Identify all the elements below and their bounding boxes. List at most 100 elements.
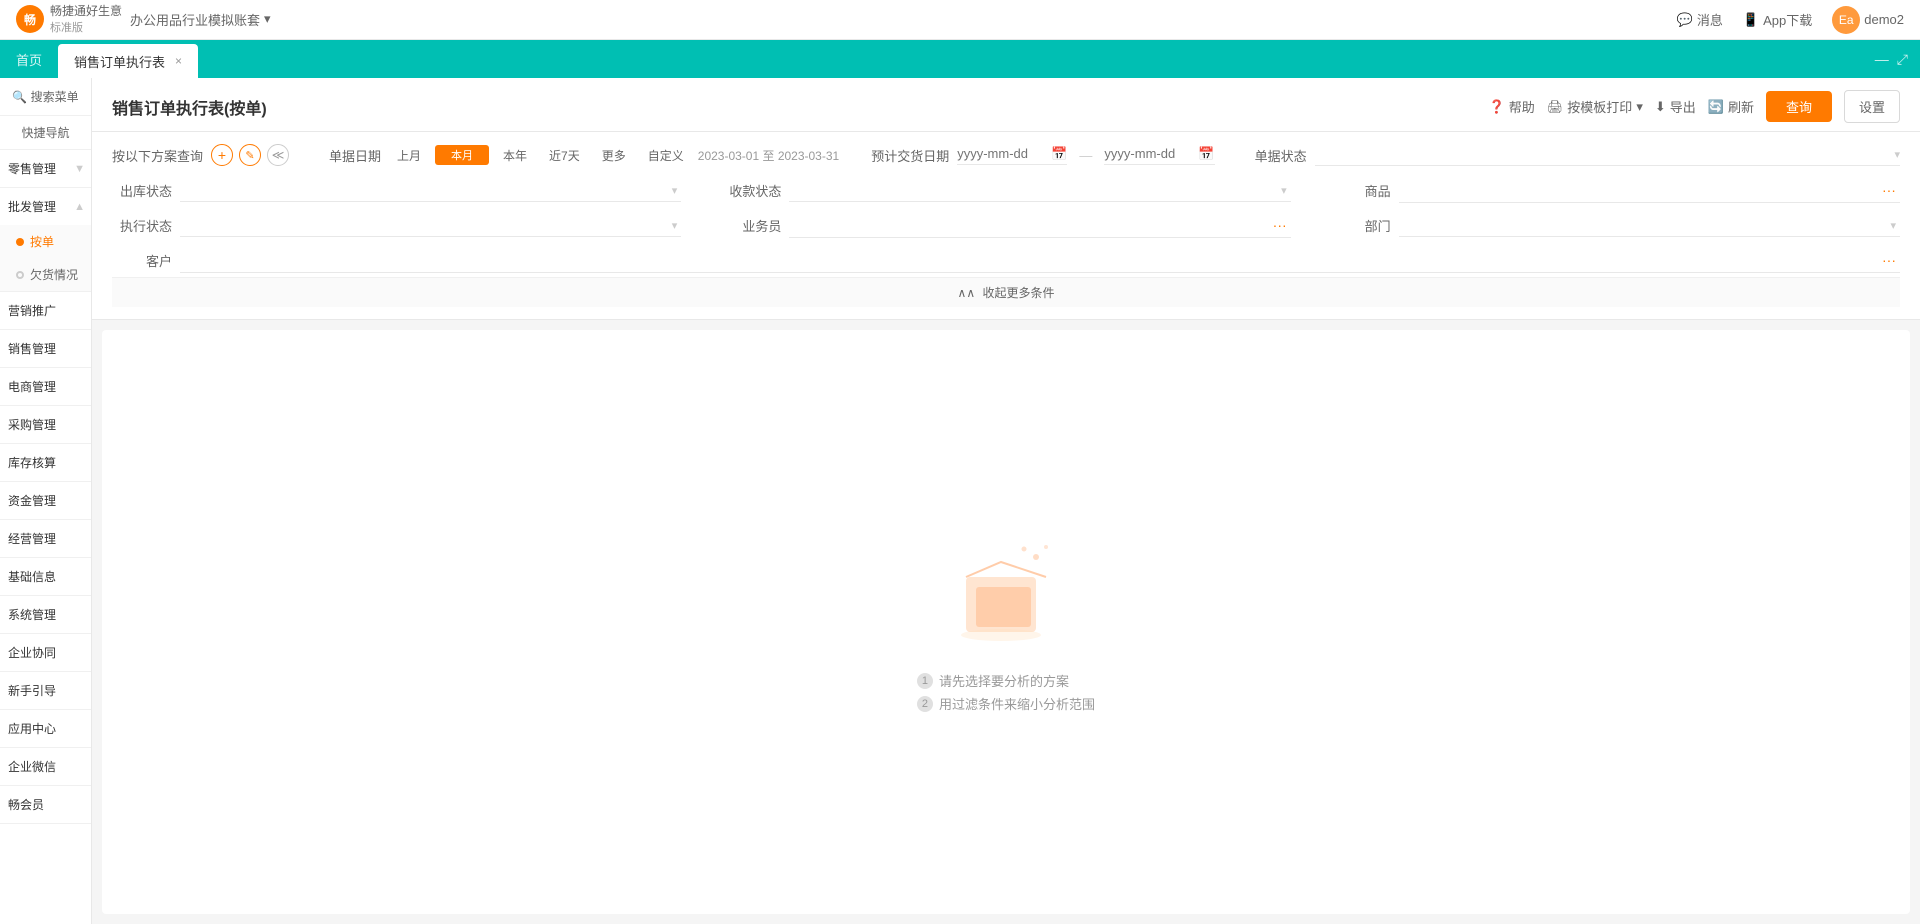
- dept-select[interactable]: ▾: [1399, 215, 1900, 237]
- sidebar-sub-item-order[interactable]: 按单: [0, 225, 91, 258]
- exec-select[interactable]: ▾: [180, 215, 681, 237]
- date-tab-7days[interactable]: 近7天: [541, 145, 588, 166]
- sidebar-item-appstore[interactable]: 应用中心: [0, 710, 91, 747]
- sidebar-section-inventory: 库存核算: [0, 444, 91, 482]
- edit-scheme-btn[interactable]: ✎: [239, 144, 261, 166]
- sidebar-item-vip[interactable]: 畅会员: [0, 786, 91, 823]
- goods-label: 商品: [1331, 181, 1391, 200]
- customer-dots-icon[interactable]: ···: [1882, 252, 1896, 268]
- sidebar-item-wechat-label: 企业微信: [8, 758, 56, 775]
- salesperson-label: 业务员: [721, 216, 781, 235]
- filter-payment-item: 收款状态 ▾: [721, 178, 1290, 203]
- payment-select[interactable]: ▾: [789, 180, 1290, 202]
- sidebar-item-wechat[interactable]: 企业微信: [0, 748, 91, 785]
- topbar-left: 畅 畅捷通好生意 标准版 办公用品行业模拟账套 ▾: [16, 4, 271, 34]
- tab-active-label: 销售订单执行表: [74, 52, 165, 71]
- expected-date-from[interactable]: [957, 146, 1047, 161]
- warehouse-select[interactable]: ▾: [180, 180, 681, 202]
- sidebar-sub-item-debt[interactable]: 欠货情况: [0, 258, 91, 291]
- expected-date-to[interactable]: [1104, 146, 1194, 161]
- dept-chevron-icon: ▾: [1890, 219, 1896, 232]
- sidebar-item-wholesale-label: 批发管理: [8, 198, 56, 215]
- warehouse-chevron-icon: ▾: [672, 184, 678, 197]
- status-select[interactable]: ▾: [1315, 144, 1900, 166]
- user-area[interactable]: Ea demo2: [1832, 6, 1904, 34]
- maximize-icon[interactable]: ⤢: [1897, 51, 1908, 68]
- goods-dots-icon[interactable]: ···: [1882, 182, 1896, 198]
- sidebar-item-retail[interactable]: 零售管理 ▼: [0, 150, 91, 187]
- download-icon: 📱: [1743, 12, 1759, 28]
- date-separator: —: [1075, 148, 1096, 163]
- content-area: 销售订单执行表(按单) ❓ 帮助 🖨 按模板打印 ▾ ⬇ 导出 🔄 刷新: [92, 78, 1920, 924]
- minimize-icon[interactable]: —: [1875, 51, 1889, 67]
- sidebar-item-inventory[interactable]: 库存核算: [0, 444, 91, 481]
- empty-step-2-text: 用过滤条件来缩小分析范围: [939, 694, 1095, 713]
- sidebar-item-purchase[interactable]: 采购管理: [0, 406, 91, 443]
- date-badge[interactable]: 本月: [443, 149, 481, 163]
- chevron-down-icon: ▲: [74, 201, 85, 213]
- calendar-icon-to[interactable]: 📅: [1198, 146, 1214, 162]
- print-label: 按模板打印: [1567, 97, 1632, 116]
- app-selector[interactable]: 办公用品行业模拟账套 ▾: [130, 10, 271, 29]
- sidebar-item-wholesale[interactable]: 批发管理 ▲: [0, 188, 91, 225]
- sidebar-section-newbie: 新手引导: [0, 672, 91, 710]
- sidebar-item-sales-label: 销售管理: [8, 340, 56, 357]
- logo-area[interactable]: 畅 畅捷通好生意 标准版: [16, 4, 122, 34]
- sidebar-sub-item-order-label: 按单: [30, 233, 54, 250]
- logo-sub: 标准版: [50, 19, 122, 35]
- add-scheme-btn[interactable]: +: [211, 144, 233, 166]
- message-btn[interactable]: 💬 消息: [1677, 10, 1723, 29]
- topbar-right: 💬 消息 📱 App下载 Ea demo2: [1677, 6, 1904, 34]
- export-label: 导出: [1670, 97, 1696, 116]
- calendar-icon-from[interactable]: 📅: [1051, 146, 1067, 162]
- setting-button[interactable]: 设置: [1844, 90, 1900, 123]
- status-chevron-icon: ▾: [1894, 148, 1900, 161]
- sidebar-item-operation[interactable]: 经营管理: [0, 520, 91, 557]
- export-btn[interactable]: ⬇ 导出: [1655, 97, 1696, 116]
- sidebar-item-sales[interactable]: 销售管理: [0, 330, 91, 367]
- sidebar-sub-wholesale: 按单 欠货情况: [0, 225, 91, 291]
- sidebar-item-system[interactable]: 系统管理: [0, 596, 91, 633]
- page-actions: ❓ 帮助 🖨 按模板打印 ▾ ⬇ 导出 🔄 刷新 查询 设置: [1489, 90, 1900, 123]
- sidebar-search[interactable]: 🔍 搜索菜单: [0, 78, 91, 116]
- help-btn[interactable]: ❓ 帮助: [1489, 97, 1535, 116]
- salesperson-input[interactable]: ···: [789, 213, 1290, 238]
- tab-home[interactable]: 首页: [0, 40, 58, 78]
- app-download-btn[interactable]: 📱 App下载: [1743, 10, 1812, 29]
- message-icon: 💬: [1677, 12, 1693, 28]
- salesperson-dots-icon[interactable]: ···: [1273, 217, 1287, 233]
- date-tab-last-month[interactable]: 上月: [389, 145, 429, 166]
- goods-input[interactable]: ···: [1399, 178, 1900, 203]
- sidebar-item-ecommerce[interactable]: 电商管理: [0, 368, 91, 405]
- filter-scheme-label: 按以下方案查询: [112, 146, 203, 165]
- collapse-scheme-btn[interactable]: ≪: [267, 144, 289, 166]
- query-button[interactable]: 查询: [1766, 91, 1832, 122]
- date-range-text: 2023-03-01 至 2023-03-31: [698, 147, 839, 164]
- sidebar-item-marketing[interactable]: 营销推广: [0, 292, 91, 329]
- customer-input[interactable]: ···: [180, 248, 1900, 273]
- exec-label: 执行状态: [112, 216, 172, 235]
- sidebar-item-newbie[interactable]: 新手引导: [0, 672, 91, 709]
- sidebar-quick-nav-label: 快捷导航: [21, 126, 69, 140]
- sidebar-item-finance[interactable]: 资金管理: [0, 482, 91, 519]
- sidebar-item-enterprise[interactable]: 企业协同: [0, 634, 91, 671]
- empty-steps: 1 请先选择要分析的方案 2 用过滤条件来缩小分析范围: [917, 667, 1095, 717]
- date-tab-this-month[interactable]: 本月: [435, 145, 489, 165]
- sidebar-item-newbie-label: 新手引导: [8, 682, 56, 699]
- print-btn[interactable]: 🖨 按模板打印 ▾: [1547, 97, 1643, 116]
- date-tab-this-year[interactable]: 本年: [495, 145, 535, 166]
- sidebar-item-basic[interactable]: 基础信息: [0, 558, 91, 595]
- empty-illustration: [946, 527, 1066, 647]
- filter-warehouse-item: 出库状态 ▾: [112, 178, 681, 203]
- sidebar-item-purchase-label: 采购管理: [8, 416, 56, 433]
- refresh-btn[interactable]: 🔄 刷新: [1708, 97, 1754, 116]
- tab-close-icon[interactable]: ×: [175, 54, 182, 68]
- date-tab-custom[interactable]: 自定义: [640, 145, 692, 166]
- date-tab-more[interactable]: 更多: [594, 145, 634, 166]
- sidebar-section-retail: 零售管理 ▼: [0, 150, 91, 188]
- tab-active[interactable]: 销售订单执行表 ×: [58, 44, 198, 78]
- chevron-right-icon: ▼: [74, 163, 85, 175]
- collapse-bar[interactable]: ∧∧ 收起更多条件: [112, 277, 1900, 307]
- filter-salesperson-item: 业务员 ···: [721, 213, 1290, 238]
- sidebar-quick-nav[interactable]: 快捷导航: [0, 116, 91, 150]
